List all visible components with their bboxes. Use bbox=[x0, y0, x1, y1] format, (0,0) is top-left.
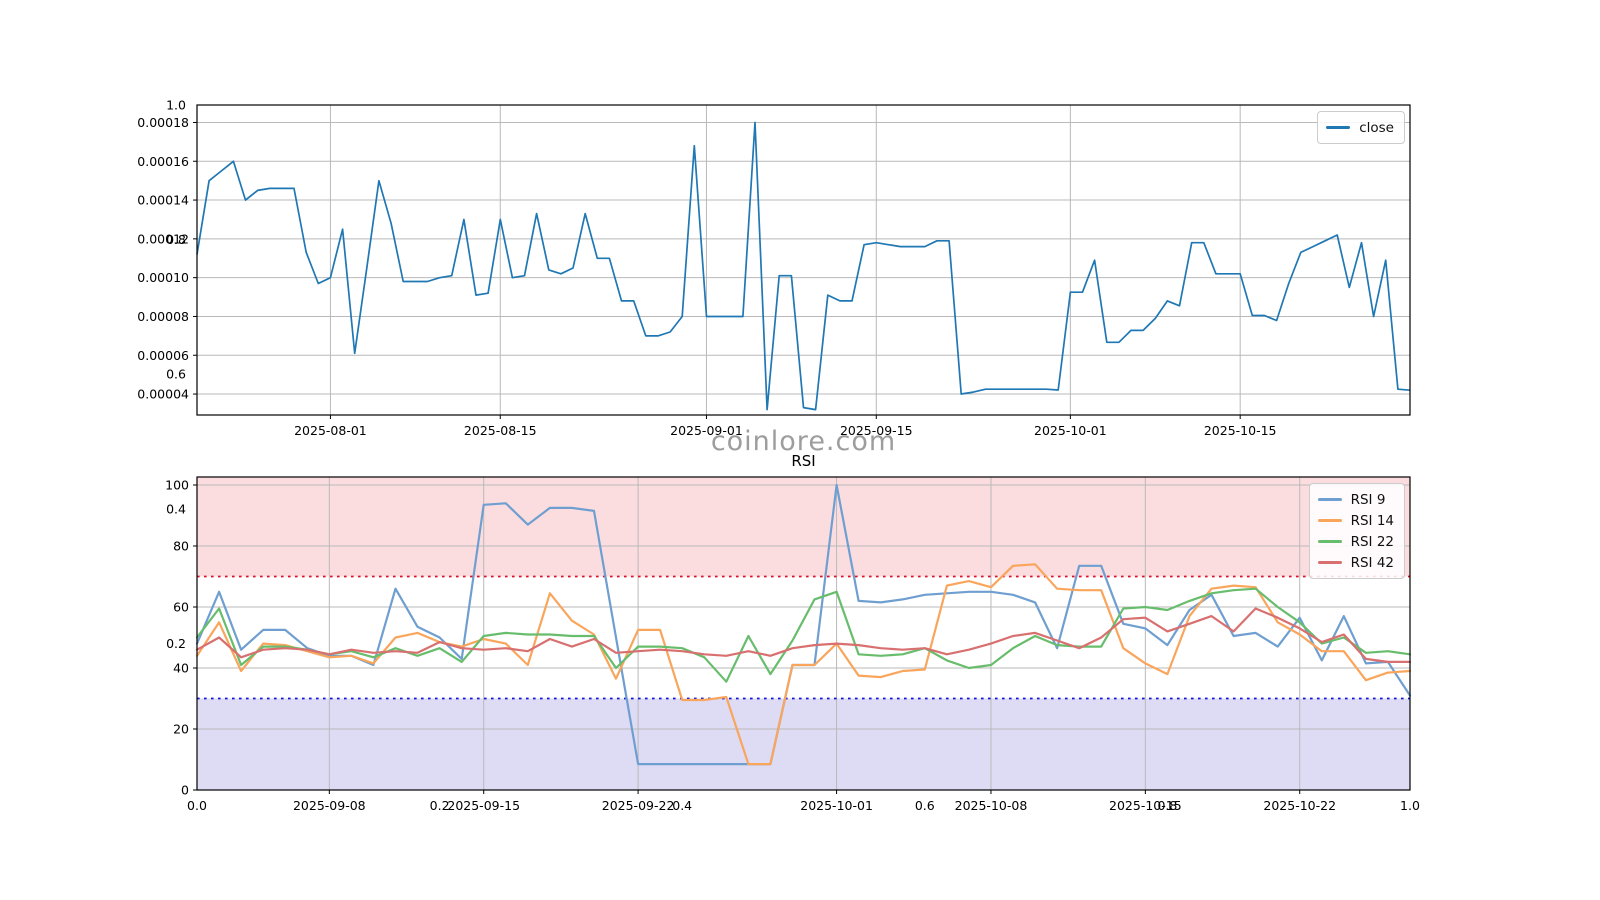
legend-label-rsi14: RSI 14 bbox=[1350, 512, 1394, 529]
legend-row-rsi22: RSI 22 bbox=[1317, 531, 1394, 552]
overlay-x-label: 0.4 bbox=[672, 798, 692, 813]
legend-label-close: close bbox=[1359, 119, 1394, 136]
overlay-y-label: 1.0 bbox=[166, 98, 186, 113]
chart-figure: 0.00018 0.00016 0.00014 0.00012 0.00010 0.000… bbox=[0, 0, 1600, 900]
legend-label-rsi22: RSI 22 bbox=[1350, 533, 1394, 550]
rsi-y-tick: 80 bbox=[173, 539, 189, 554]
overlay-x-label: 0.2 bbox=[430, 798, 450, 813]
threshold-lines bbox=[197, 575, 1410, 700]
legend-row-rsi42: RSI 42 bbox=[1317, 552, 1394, 573]
rsi-x-tick: 2025-09-08 bbox=[293, 798, 366, 813]
rsi-y-tick: 0 bbox=[181, 783, 189, 798]
overlay-x-label: 0.8 bbox=[1157, 798, 1177, 813]
price-y-tick: 0.00010 bbox=[137, 270, 189, 285]
rsi-x-tick: 2025-10-22 bbox=[1263, 798, 1336, 813]
rsi-x-tick: 2025-09-15 bbox=[447, 798, 520, 813]
price-y-tick: 0.00014 bbox=[137, 193, 189, 208]
rsi-x-tick: 2025-10-01 bbox=[800, 798, 873, 813]
legend-row-rsi14: RSI 14 bbox=[1317, 510, 1394, 531]
overlay-y-label: 0.8 bbox=[166, 232, 186, 247]
rsi-x-tick: 2025-10-08 bbox=[955, 798, 1028, 813]
overbought-band bbox=[197, 477, 1410, 577]
rsi-chart-title: RSI bbox=[791, 452, 816, 470]
coinlore-watermark: coinlore.com bbox=[710, 426, 897, 457]
rsi-legend: RSI 9 RSI 14 RSI 22 RSI 42 bbox=[1308, 483, 1405, 579]
overlay-y-label: 0.2 bbox=[166, 636, 186, 651]
rsi-y-tick: 60 bbox=[173, 600, 189, 615]
overlay-x-label: 0.6 bbox=[915, 798, 935, 813]
legend-label-rsi42: RSI 42 bbox=[1350, 554, 1394, 571]
rsi-x-tick: 2025-09-22 bbox=[602, 798, 675, 813]
overlay-y-label: 0.6 bbox=[166, 367, 186, 382]
price-y-tick: 0.00016 bbox=[137, 154, 189, 169]
rsi-y-tick: 100 bbox=[165, 478, 189, 493]
rsi14-line-swatch bbox=[1317, 519, 1342, 522]
rsi-y-tick: 40 bbox=[173, 661, 189, 676]
rsi9-line-swatch bbox=[1317, 498, 1342, 501]
legend-row-rsi9: RSI 9 bbox=[1317, 489, 1394, 510]
price-y-tick: 0.00006 bbox=[137, 348, 189, 363]
rsi22-line-swatch bbox=[1317, 540, 1342, 543]
rsi-y-tick: 20 bbox=[173, 722, 189, 737]
price-y-tick: 0.00018 bbox=[137, 115, 189, 130]
rsi42-line-swatch bbox=[1317, 561, 1342, 564]
rsi-bands bbox=[197, 477, 1410, 790]
close-line-swatch bbox=[1326, 126, 1351, 129]
price-legend: close bbox=[1317, 111, 1405, 144]
oversold-band bbox=[197, 698, 1410, 790]
legend-label-rsi9: RSI 9 bbox=[1350, 491, 1386, 508]
price-y-tick: 0.00004 bbox=[137, 387, 189, 402]
overlay-x-label: 0.0 bbox=[187, 798, 207, 813]
overlay-x-label: 1.0 bbox=[1400, 798, 1420, 813]
price-axes-frame bbox=[196, 104, 1411, 416]
close-line bbox=[196, 121, 1411, 411]
price-y-tick: 0.00008 bbox=[137, 309, 189, 324]
overlay-y-label: 0.4 bbox=[166, 501, 186, 516]
legend-row-close: close bbox=[1326, 117, 1394, 138]
